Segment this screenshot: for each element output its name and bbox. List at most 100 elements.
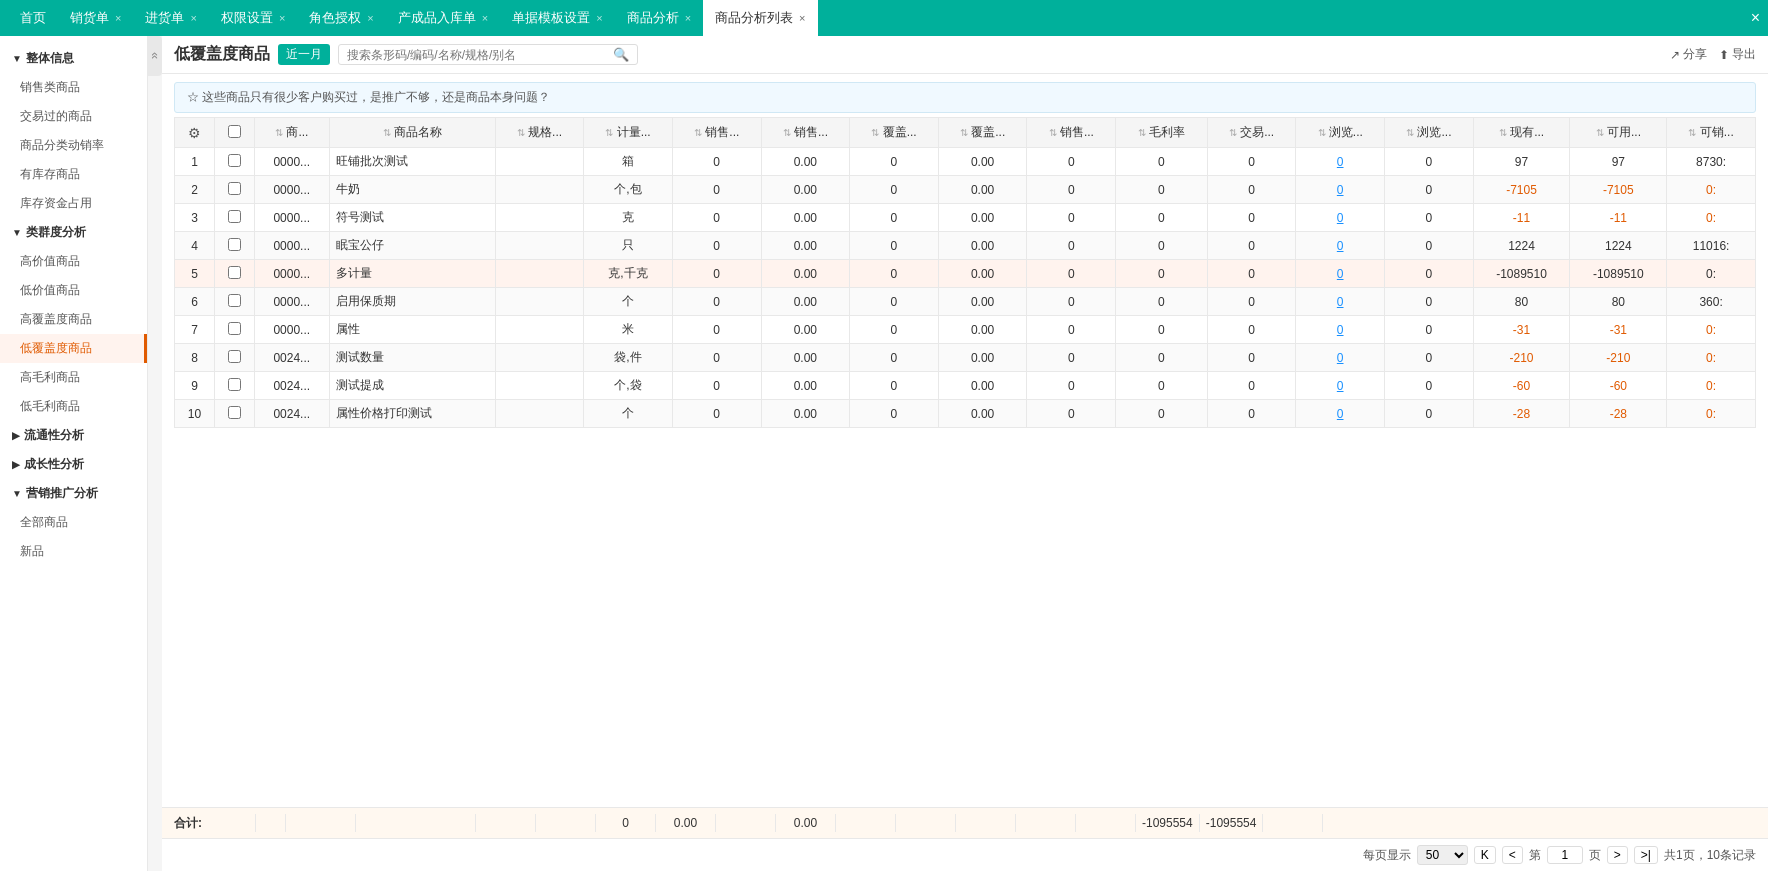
name-column-header[interactable]: ⇅ 商品名称 [330,118,496,148]
view2-column-header[interactable]: ⇅ 浏览... [1385,118,1474,148]
sidebar-section-cluster[interactable]: ▼ 类群度分析 [0,218,147,247]
row-view1[interactable]: 0 [1296,400,1385,428]
row-view1[interactable]: 0 [1296,260,1385,288]
nav-tab-product-list[interactable]: 商品分析列表 × [703,0,817,36]
spec-column-header[interactable]: ⇅ 规格... [495,118,584,148]
sidebar-item-low-margin[interactable]: 低毛利商品 [0,392,147,421]
row-checkbox[interactable] [228,266,241,279]
sidebar-section-liquidity[interactable]: ▶ 流通性分析 [0,421,147,450]
row-name[interactable]: 眠宝公仔 [330,232,496,260]
row-saleable: 0: [1667,400,1756,428]
close-icon[interactable]: × [596,12,602,24]
nav-tab-template[interactable]: 单据模板设置 × [500,0,614,36]
sidebar-item-new-goods[interactable]: 新品 [0,537,147,566]
close-icon[interactable]: × [482,12,488,24]
cov1-column-header[interactable]: ⇅ 覆盖... [850,118,939,148]
row-view1[interactable]: 0 [1296,176,1385,204]
window-close-button[interactable]: × [1751,9,1760,27]
row-view1[interactable]: 0 [1296,232,1385,260]
sales-amt-column-header[interactable]: ⇅ 销售... [761,118,850,148]
sidebar-item-all-goods[interactable]: 全部商品 [0,508,147,537]
row-checkbox[interactable] [228,210,241,223]
sales3-column-header[interactable]: ⇅ 销售... [1027,118,1116,148]
nav-tab-permissions[interactable]: 权限设置 × [209,0,297,36]
sidebar-section-marketing[interactable]: ▼ 营销推广分析 [0,479,147,508]
row-checkbox[interactable] [228,378,241,391]
row-name[interactable]: 多计量 [330,260,496,288]
nav-tab-roles[interactable]: 角色授权 × [297,0,385,36]
search-input[interactable] [347,48,613,62]
row-checkbox[interactable] [228,322,241,335]
last-page-button[interactable]: >| [1634,846,1658,864]
sales-qty-column-header[interactable]: ⇅ 销售... [672,118,761,148]
sidebar-item-stocked-goods[interactable]: 有库存商品 [0,160,147,189]
sidebar-collapse-button[interactable]: « [148,36,162,76]
close-icon[interactable]: × [685,12,691,24]
row-name[interactable]: 启用保质期 [330,288,496,316]
first-page-button[interactable]: K [1474,846,1496,864]
share-button[interactable]: ↗ 分享 [1670,46,1707,63]
row-view1[interactable]: 0 [1296,316,1385,344]
nav-tab-home[interactable]: 首页 [8,0,58,36]
code-column-header[interactable]: ⇅ 商... [254,118,330,148]
cov2-column-header[interactable]: ⇅ 覆盖... [938,118,1027,148]
row-view1[interactable]: 0 [1296,288,1385,316]
trade-column-header[interactable]: ⇅ 交易... [1207,118,1296,148]
sidebar-section-growth[interactable]: ▶ 成长性分析 [0,450,147,479]
sidebar-item-high-margin[interactable]: 高毛利商品 [0,363,147,392]
sidebar-item-category-rate[interactable]: 商品分类动销率 [0,131,147,160]
time-filter-button[interactable]: 近一月 [278,44,330,65]
checkbox-column-header[interactable] [215,118,254,148]
row-view1[interactable]: 0 [1296,372,1385,400]
row-view1[interactable]: 0 [1296,148,1385,176]
sidebar-section-overall[interactable]: ▼ 整体信息 [0,44,147,73]
export-button[interactable]: ⬆ 导出 [1719,46,1756,63]
available-column-header[interactable]: ⇅ 可用... [1570,118,1667,148]
nav-tab-purchase[interactable]: 进货单 × [133,0,208,36]
nav-tab-finished-goods[interactable]: 产成品入库单 × [386,0,500,36]
row-checkbox[interactable] [228,182,241,195]
close-icon[interactable]: × [367,12,373,24]
close-icon[interactable]: × [279,12,285,24]
row-checkbox[interactable] [228,238,241,251]
row-name[interactable]: 测试提成 [330,372,496,400]
row-view1[interactable]: 0 [1296,344,1385,372]
current-column-header[interactable]: ⇅ 现有... [1473,118,1570,148]
select-all-checkbox[interactable] [228,125,241,138]
row-name[interactable]: 牛奶 [330,176,496,204]
row-name[interactable]: 测试数量 [330,344,496,372]
next-page-button[interactable]: > [1607,846,1628,864]
sidebar-item-traded-goods[interactable]: 交易过的商品 [0,102,147,131]
search-icon[interactable]: 🔍 [613,47,629,62]
row-saleable: 0: [1667,344,1756,372]
close-icon[interactable]: × [190,12,196,24]
nav-tab-product-analysis[interactable]: 商品分析 × [615,0,703,36]
unit-column-header[interactable]: ⇅ 计量... [584,118,673,148]
close-icon[interactable]: × [115,12,121,24]
row-name[interactable]: 旺铺批次测试 [330,148,496,176]
sidebar-item-low-value[interactable]: 低价值商品 [0,276,147,305]
row-name[interactable]: 符号测试 [330,204,496,232]
sidebar-item-high-value[interactable]: 高价值商品 [0,247,147,276]
row-checkbox[interactable] [228,350,241,363]
prev-page-button[interactable]: < [1502,846,1523,864]
close-icon[interactable]: × [799,12,805,24]
row-view1[interactable]: 0 [1296,204,1385,232]
table-container[interactable]: ⚙ ⇅ 商... ⇅ 商品名称 ⇅ 规格... ⇅ 计量... ⇅ 销售... … [162,117,1768,807]
settings-column-header[interactable]: ⚙ [175,118,215,148]
row-checkbox[interactable] [228,406,241,419]
per-page-select[interactable]: 50 20 100 [1417,845,1468,865]
current-page-input[interactable] [1547,846,1583,864]
sidebar-item-high-coverage[interactable]: 高覆盖度商品 [0,305,147,334]
row-checkbox[interactable] [228,294,241,307]
sidebar-item-low-coverage[interactable]: 低覆盖度商品 [0,334,147,363]
view1-column-header[interactable]: ⇅ 浏览... [1296,118,1385,148]
sidebar-item-inventory-capital[interactable]: 库存资金占用 [0,189,147,218]
sidebar-item-sales-goods[interactable]: 销售类商品 [0,73,147,102]
row-name[interactable]: 属性 [330,316,496,344]
saleable-column-header[interactable]: ⇅ 可销... [1667,118,1756,148]
nav-tab-sales[interactable]: 销货单 × [58,0,133,36]
margin-column-header[interactable]: ⇅ 毛利率 [1116,118,1208,148]
row-name[interactable]: 属性价格打印测试 [330,400,496,428]
row-checkbox[interactable] [228,154,241,167]
